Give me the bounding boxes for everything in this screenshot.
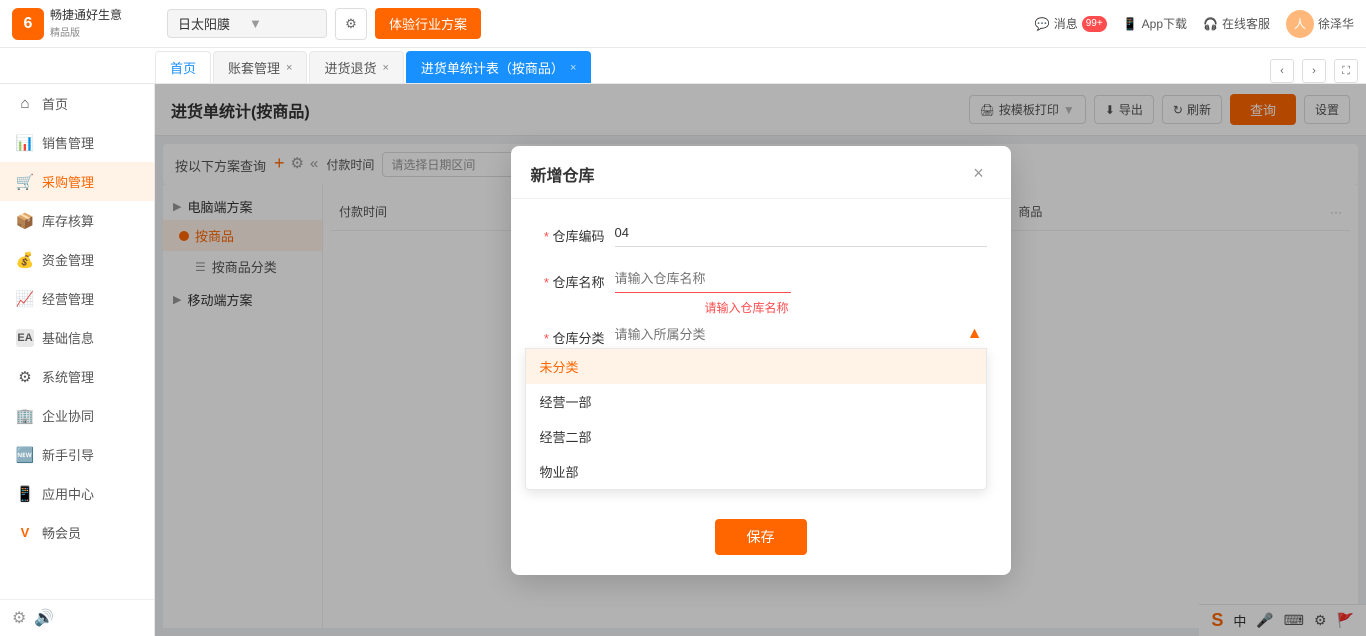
store-dropdown-arrow: ▼ [249, 16, 316, 31]
tab-left-scroll[interactable]: ‹ [1270, 59, 1294, 83]
logo-sub: 精品版 [50, 24, 122, 39]
tab-bar-right: ‹ › ⛶ [1270, 59, 1366, 83]
sidebar-item-apps[interactable]: 📱 应用中心 [0, 474, 154, 513]
dropdown-item-dept1[interactable]: 经营一部 [526, 384, 986, 419]
message-icon: 💬 [1035, 17, 1050, 31]
category-field: 仓库分类 ▲ 未分类 经营一部 经营二部 物业部 [535, 321, 987, 349]
category-select-wrap: ▲ 未分类 经营一部 经营二部 物业部 [615, 321, 987, 349]
user-area[interactable]: 人 徐泽华 [1286, 10, 1354, 38]
sidebar-item-purchase[interactable]: 🛒 采购管理 [0, 162, 154, 201]
sidebar-item-enterprise[interactable]: 🏢 企业协同 [0, 396, 154, 435]
sidebar-item-home[interactable]: ⌂ 首页 [0, 84, 154, 123]
dropdown-item-dept2[interactable]: 经营二部 [526, 419, 986, 454]
modal-header: 新增仓库 × [511, 146, 1011, 199]
sidebar-item-system[interactable]: ⚙ 系统管理 [0, 357, 154, 396]
save-button[interactable]: 保存 [715, 519, 807, 555]
dropdown-item-property[interactable]: 物业部 [526, 454, 986, 489]
sound-icon[interactable]: 🔊 [34, 608, 54, 628]
sidebar-item-guide[interactable]: 🆕 新手引导 [0, 435, 154, 474]
modal-close-button[interactable]: × [967, 162, 991, 186]
sidebar-item-inventory[interactable]: 📦 库存核算 [0, 201, 154, 240]
sidebar-item-finance[interactable]: 💰 资金管理 [0, 240, 154, 279]
message-badge: 99+ [1082, 16, 1107, 32]
top-right-area: 💬 消息 99+ 📱 App下载 🎧 在线客服 人 徐泽华 [1035, 10, 1354, 38]
store-selector[interactable]: 日太阳膜 ▼ [167, 9, 327, 38]
logo-area: 6 畅捷通好生意 精品版 [12, 8, 167, 40]
online-service-button[interactable]: 🎧 在线客服 [1203, 15, 1270, 32]
message-button[interactable]: 💬 消息 99+ [1035, 15, 1107, 32]
name-input-wrap: 请输入仓库名称 [615, 265, 987, 293]
sidebar: ⌂ 首页 📊 销售管理 🛒 采购管理 📦 库存核算 💰 资金管理 📈 经营管理 … [0, 84, 155, 636]
purchase-icon: 🛒 [16, 173, 34, 191]
tab-bar: 首页 账套管理 × 进货退货 × 进货单统计表（按商品） × ‹ › ⛶ [0, 48, 1366, 84]
logo-text: 畅捷通好生意 [50, 8, 122, 24]
tab-accounts[interactable]: 账套管理 × [213, 51, 307, 83]
sidebar-item-member[interactable]: V 畅会员 [0, 513, 154, 552]
sales-icon: 📊 [16, 134, 34, 152]
category-input[interactable] [615, 321, 987, 348]
sidebar-item-basic[interactable]: EA 基础信息 [0, 318, 154, 357]
new-warehouse-modal: 新增仓库 × 仓库编码 仓库名称 [511, 146, 1011, 575]
main-layout: ⌂ 首页 📊 销售管理 🛒 采购管理 📦 库存核算 💰 资金管理 📈 经营管理 … [0, 84, 1366, 636]
modal-overlay: 新增仓库 × 仓库编码 仓库名称 [155, 84, 1366, 636]
enterprise-icon: 🏢 [16, 407, 34, 425]
name-error-msg: 请输入仓库名称 [705, 299, 789, 316]
name-field: 仓库名称 请输入仓库名称 [535, 265, 987, 293]
code-input[interactable] [615, 219, 987, 247]
gear-bottom-icon[interactable]: ⚙ [12, 608, 26, 628]
sidebar-item-operations[interactable]: 📈 经营管理 [0, 279, 154, 318]
finance-icon: 💰 [16, 251, 34, 269]
mobile-icon: 📱 [1123, 17, 1138, 31]
close-tab-purchase-return[interactable]: × [382, 62, 388, 74]
name-label: 仓库名称 [535, 265, 615, 291]
sidebar-bottom: ⚙ 🔊 [0, 599, 154, 636]
tab-purchase-stats[interactable]: 进货单统计表（按商品） × [406, 51, 591, 83]
tab-purchase-return[interactable]: 进货退货 × [309, 51, 403, 83]
logo-icon: 6 [12, 8, 44, 40]
headset-icon: 🎧 [1203, 17, 1218, 31]
modal-body: 仓库编码 仓库名称 请输入仓库名称 [511, 199, 1011, 519]
close-tab-accounts[interactable]: × [286, 62, 292, 74]
apps-icon: 📱 [16, 485, 34, 503]
system-icon: ⚙ [16, 368, 34, 386]
code-label: 仓库编码 [535, 219, 615, 245]
tab-right-scroll[interactable]: › [1302, 59, 1326, 83]
operations-icon: 📈 [16, 290, 34, 308]
category-dropdown: 未分类 经营一部 经营二部 物业部 [525, 348, 987, 490]
dropdown-item-uncategorized[interactable]: 未分类 [526, 349, 986, 384]
name-input[interactable] [615, 265, 791, 293]
basic-icon: EA [16, 329, 34, 347]
code-field: 仓库编码 [535, 219, 987, 247]
home-icon: ⌂ [16, 95, 34, 113]
tab-home[interactable]: 首页 [155, 51, 211, 83]
content-area: 进货单统计(按商品) 🖨 按模板打印 ▼ ⬇ 导出 ↻ 刷新 [155, 84, 1366, 636]
try-solution-button[interactable]: 体验行业方案 [375, 8, 481, 39]
inventory-icon: 📦 [16, 212, 34, 230]
member-icon: V [16, 524, 34, 542]
category-dropdown-arrow[interactable]: ▲ [967, 325, 983, 343]
top-bar: 6 畅捷通好生意 精品版 日太阳膜 ▼ ⚙ 体验行业方案 💬 消息 99+ 📱 … [0, 0, 1366, 48]
avatar: 人 [1286, 10, 1314, 38]
sidebar-item-sales[interactable]: 📊 销售管理 [0, 123, 154, 162]
content-wrapper: 进货单统计(按商品) 🖨 按模板打印 ▼ ⬇ 导出 ↻ 刷新 [155, 84, 1366, 636]
tab-fullscreen[interactable]: ⛶ [1334, 59, 1358, 83]
category-label: 仓库分类 [535, 321, 615, 347]
app-download-button[interactable]: 📱 App下载 [1123, 15, 1187, 32]
modal-footer: 保存 [511, 519, 1011, 555]
close-tab-purchase-stats[interactable]: × [570, 62, 576, 74]
guide-icon: 🆕 [16, 446, 34, 464]
settings-icon[interactable]: ⚙ [335, 8, 367, 40]
modal-title: 新增仓库 [531, 162, 595, 186]
